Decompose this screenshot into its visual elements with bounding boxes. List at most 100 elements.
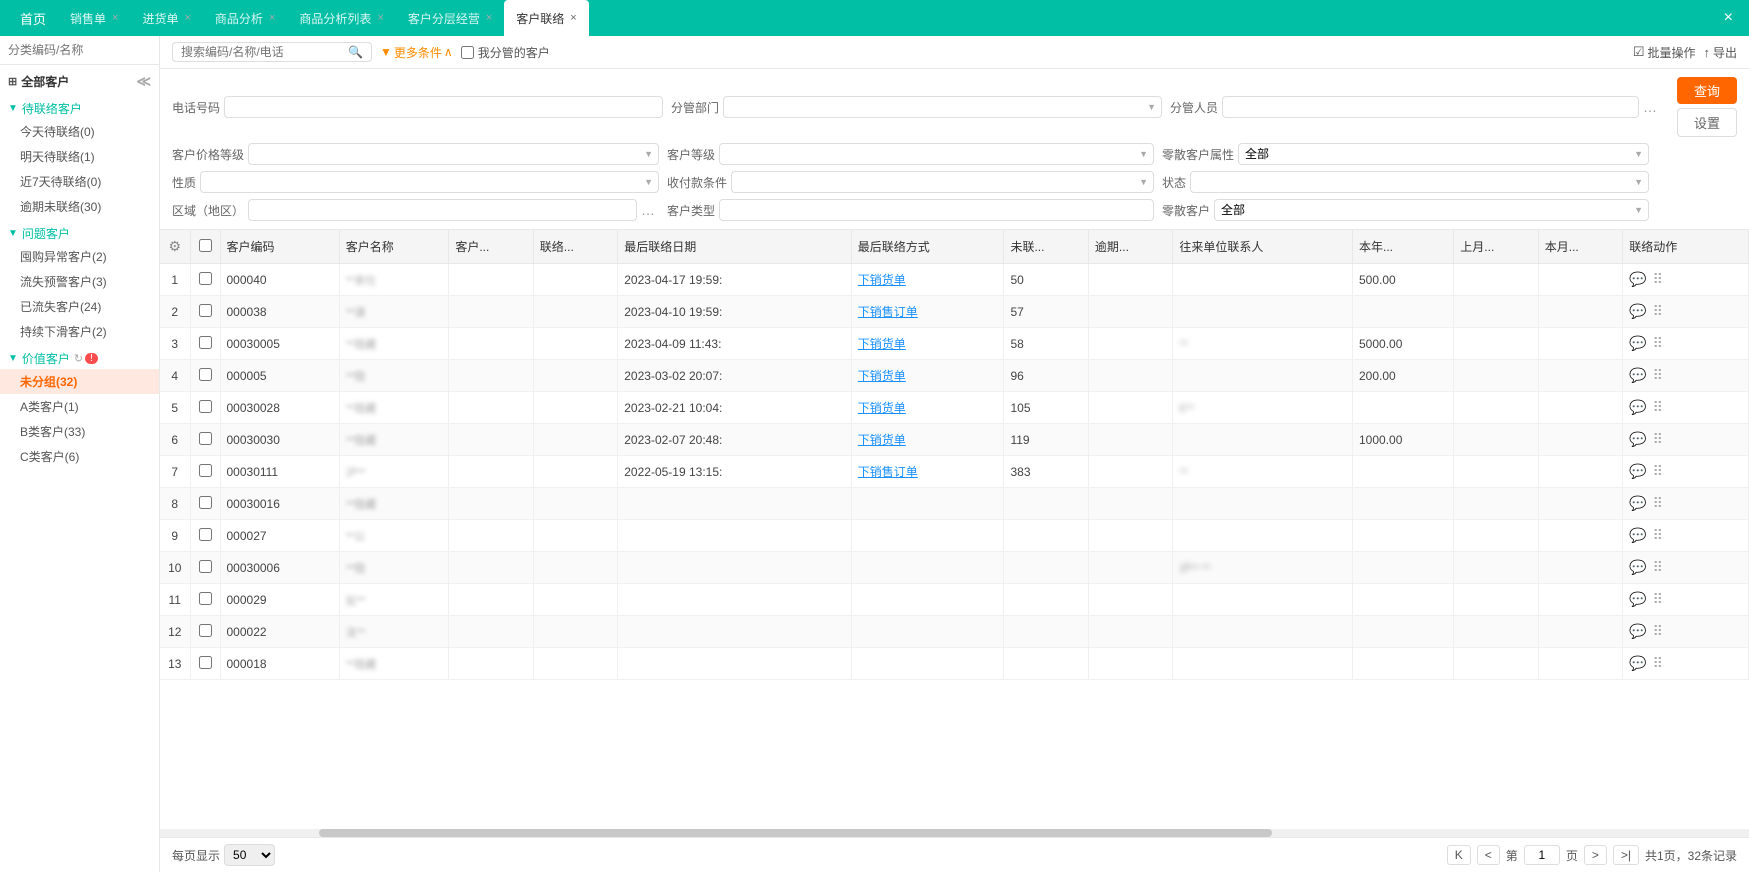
more-action-icon[interactable]: ⠿ bbox=[1653, 623, 1663, 640]
close-customer-segment[interactable]: × bbox=[486, 12, 492, 24]
table-settings-icon[interactable]: ⚙ bbox=[168, 238, 181, 254]
last-method-link[interactable]: 下销售订单 bbox=[858, 305, 918, 319]
last-method-link[interactable]: 下销货单 bbox=[858, 369, 906, 383]
sidebar-item-hoarding[interactable]: 囤购异常客户(2) bbox=[0, 244, 159, 269]
sidebar-item-churn-warning[interactable]: 流失预警客户(3) bbox=[0, 269, 159, 294]
more-conditions-btn[interactable]: ▼ 更多条件 ∧ bbox=[380, 44, 453, 61]
next-page-btn[interactable]: > bbox=[1584, 845, 1607, 865]
export-btn[interactable]: ↑ 导出 bbox=[1703, 44, 1737, 61]
sidebar-item-ungrouped[interactable]: 未分组(32) bbox=[0, 369, 159, 394]
tab-purchase-order[interactable]: 进货单 × bbox=[130, 0, 202, 36]
field-nature-select[interactable] bbox=[200, 171, 659, 193]
sidebar-search-input[interactable] bbox=[8, 43, 160, 57]
reset-btn[interactable]: 设置 bbox=[1677, 108, 1737, 137]
field-phone-input[interactable] bbox=[224, 96, 663, 118]
batch-op-btn[interactable]: ☑ 批量操作 bbox=[1633, 44, 1696, 61]
message-action-icon[interactable]: 💬 bbox=[1629, 399, 1646, 416]
close-purchase-order[interactable]: × bbox=[184, 12, 190, 24]
last-method-link[interactable]: 下销货单 bbox=[858, 337, 906, 351]
last-method-link[interactable]: 下销货单 bbox=[858, 433, 906, 447]
refresh-value-icon[interactable]: ↻ bbox=[74, 352, 83, 365]
per-page-select[interactable]: 50 100 bbox=[224, 844, 275, 866]
message-action-icon[interactable]: 💬 bbox=[1629, 463, 1646, 480]
more-action-icon[interactable]: ⠿ bbox=[1653, 591, 1663, 608]
tab-customer-contact[interactable]: 客户联络 × bbox=[504, 0, 588, 36]
field-customer-type-input[interactable] bbox=[719, 199, 1154, 221]
more-action-icon[interactable]: ⠿ bbox=[1653, 271, 1663, 288]
field-region-input[interactable] bbox=[248, 199, 637, 221]
more-action-icon[interactable]: ⠿ bbox=[1653, 335, 1663, 352]
last-method-link[interactable]: 下销货单 bbox=[858, 401, 906, 415]
first-page-btn[interactable]: K bbox=[1447, 845, 1471, 865]
more-action-icon[interactable]: ⠿ bbox=[1653, 303, 1663, 320]
close-window-btn[interactable]: × bbox=[1716, 9, 1741, 27]
collapse-sidebar-btn[interactable]: ≪ bbox=[136, 73, 151, 90]
select-all-checkbox[interactable] bbox=[199, 239, 212, 252]
more-action-icon[interactable]: ⠿ bbox=[1653, 527, 1663, 544]
more-action-icon[interactable]: ⠿ bbox=[1653, 655, 1663, 672]
message-action-icon[interactable]: 💬 bbox=[1629, 367, 1646, 384]
filter-search-input[interactable] bbox=[181, 45, 348, 59]
message-action-icon[interactable]: 💬 bbox=[1629, 335, 1646, 352]
more-action-icon[interactable]: ⠿ bbox=[1653, 559, 1663, 576]
message-action-icon[interactable]: 💬 bbox=[1629, 623, 1646, 640]
field-price-level-select[interactable] bbox=[248, 143, 659, 165]
last-method-link[interactable]: 下销售订单 bbox=[858, 465, 918, 479]
more-action-icon[interactable]: ⠿ bbox=[1653, 399, 1663, 416]
sidebar-item-churned[interactable]: 已流失客户(24) bbox=[0, 294, 159, 319]
message-action-icon[interactable]: 💬 bbox=[1629, 591, 1646, 608]
field-sparse-attr-select[interactable]: 全部 bbox=[1238, 143, 1649, 165]
more-action-icon[interactable]: ⠿ bbox=[1653, 463, 1663, 480]
field-sparse-customer-select[interactable]: 全部 bbox=[1214, 199, 1649, 221]
all-customers-header[interactable]: ⊞ 全部客户 ≪ bbox=[0, 65, 159, 94]
field-status-select[interactable] bbox=[1190, 171, 1649, 193]
region-dots-btn[interactable]: … bbox=[637, 202, 659, 218]
message-action-icon[interactable]: 💬 bbox=[1629, 271, 1646, 288]
page-input[interactable] bbox=[1524, 845, 1560, 865]
close-customer-contact[interactable]: × bbox=[570, 12, 576, 24]
tab-customer-segment[interactable]: 客户分层经营 × bbox=[396, 0, 504, 36]
message-action-icon[interactable]: 💬 bbox=[1629, 303, 1646, 320]
close-product-analysis[interactable]: × bbox=[269, 12, 275, 24]
home-tab[interactable]: 首页 bbox=[8, 9, 58, 28]
sidebar-item-7days[interactable]: 近7天待联络(0) bbox=[0, 169, 159, 194]
my-customers-checkbox-input[interactable] bbox=[461, 46, 474, 59]
prev-page-btn[interactable]: < bbox=[1477, 845, 1500, 865]
field-payment-select[interactable] bbox=[731, 171, 1154, 193]
message-action-icon[interactable]: 💬 bbox=[1629, 655, 1646, 672]
field-dept-select[interactable] bbox=[723, 96, 1162, 118]
field-customer-level-select[interactable] bbox=[719, 143, 1154, 165]
message-action-icon[interactable]: 💬 bbox=[1629, 559, 1646, 576]
tab-product-analysis-list[interactable]: 商品分析列表 × bbox=[287, 0, 395, 36]
sidebar-item-class-c[interactable]: C类客户(6) bbox=[0, 444, 159, 469]
field-manager-input[interactable] bbox=[1222, 96, 1639, 118]
message-action-icon[interactable]: 💬 bbox=[1629, 495, 1646, 512]
sidebar-item-class-b[interactable]: B类客户(33) bbox=[0, 419, 159, 444]
more-action-icon[interactable]: ⠿ bbox=[1653, 367, 1663, 384]
filter-search-icon[interactable]: 🔍 bbox=[348, 45, 363, 59]
sidebar-item-tomorrow[interactable]: 明天待联络(1) bbox=[0, 144, 159, 169]
tab-product-analysis[interactable]: 商品分析 × bbox=[203, 0, 287, 36]
group-value-customers[interactable]: ▼ 价值客户 ↻ ! bbox=[0, 344, 159, 369]
more-action-icon[interactable]: ⠿ bbox=[1653, 495, 1663, 512]
manager-dots-btn[interactable]: … bbox=[1639, 99, 1661, 115]
message-action-icon[interactable]: 💬 bbox=[1629, 431, 1646, 448]
query-btn[interactable]: 查询 bbox=[1677, 77, 1737, 104]
sidebar-item-today[interactable]: 今天待联络(0) bbox=[0, 119, 159, 144]
sidebar-item-class-a[interactable]: A类客户(1) bbox=[0, 394, 159, 419]
tab-sales-order[interactable]: 销售单 × bbox=[58, 0, 130, 36]
scrollbar-thumb[interactable] bbox=[319, 829, 1272, 837]
more-action-icon[interactable]: ⠿ bbox=[1653, 431, 1663, 448]
last-page-btn[interactable]: >| bbox=[1613, 845, 1639, 865]
group-pending-contact[interactable]: ▼ 待联络客户 bbox=[0, 94, 159, 119]
close-product-analysis-list[interactable]: × bbox=[377, 12, 383, 24]
row-type bbox=[449, 648, 533, 680]
message-action-icon[interactable]: 💬 bbox=[1629, 527, 1646, 544]
my-customers-checkbox[interactable]: 我分管的客户 bbox=[461, 44, 550, 61]
close-sales-order[interactable]: × bbox=[112, 12, 118, 24]
table-scrollbar[interactable] bbox=[160, 829, 1749, 837]
sidebar-item-overdue[interactable]: 逾期未联络(30) bbox=[0, 194, 159, 219]
group-problem-customers[interactable]: ▼ 问题客户 bbox=[0, 219, 159, 244]
last-method-link[interactable]: 下销货单 bbox=[858, 273, 906, 287]
sidebar-item-declining[interactable]: 持续下滑客户(2) bbox=[0, 319, 159, 344]
